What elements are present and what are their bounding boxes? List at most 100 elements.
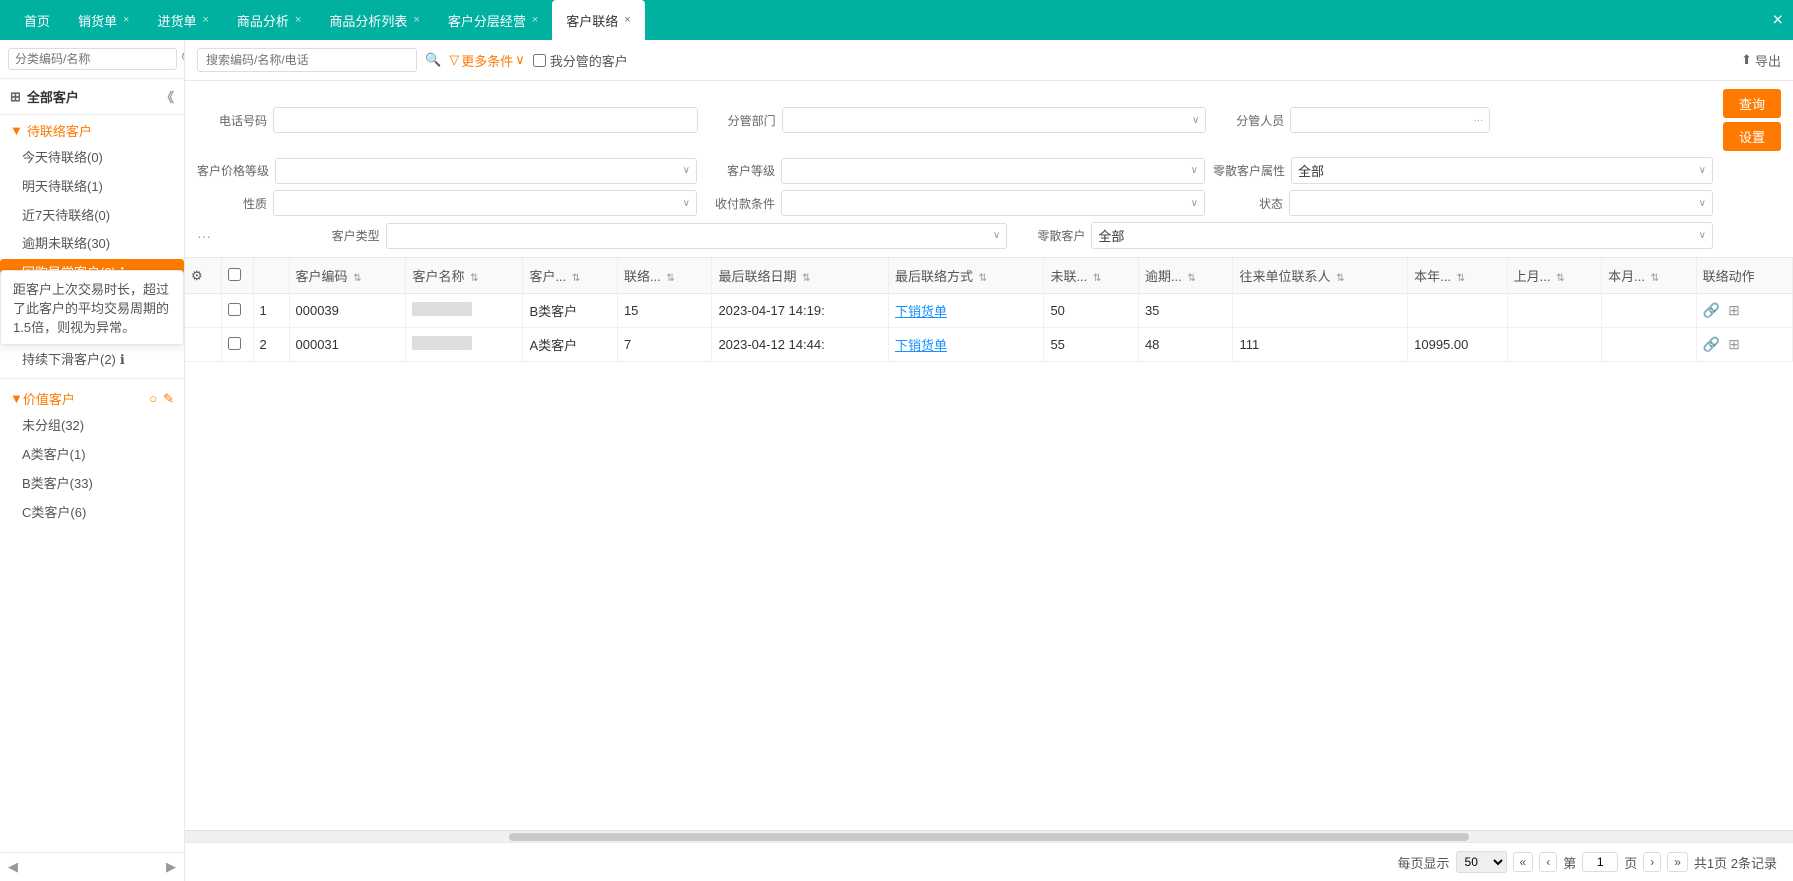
- first-page-button[interactable]: «: [1513, 852, 1534, 872]
- nature-select[interactable]: ∨: [273, 190, 697, 216]
- sidebar-item-7days[interactable]: 近7天待联络(0): [0, 202, 184, 231]
- select-all-checkbox[interactable]: [228, 268, 241, 281]
- row-checkbox[interactable]: [228, 337, 241, 350]
- col-category[interactable]: 客户... ⇅: [523, 258, 618, 294]
- chevron-grade-icon: ∨: [1191, 165, 1198, 176]
- col-last-method[interactable]: 最后联络方式 ⇅: [888, 258, 1043, 294]
- export-button[interactable]: ⬆ 导出: [1741, 51, 1781, 70]
- action-link-icon[interactable]: 🔗: [1703, 336, 1720, 353]
- nav-home[interactable]: 首页: [10, 0, 64, 40]
- nav-product-list[interactable]: 商品分析列表 ×: [315, 0, 433, 40]
- sidebar: 🔍 ⊞ 全部客户 《 ▼ 待联络客户 今天待联络(0) 明天待联络(1) 近7天…: [0, 40, 185, 881]
- main-search-input[interactable]: [197, 48, 417, 72]
- abnormal-tooltip: 距客户上次交易时长，超过了此客户的平均交易周期的1.5倍，则视为异常。: [0, 270, 184, 345]
- more-conditions-button[interactable]: ▽ 更多条件 ∨: [449, 51, 525, 70]
- nav-product-analysis[interactable]: 商品分析 ×: [223, 0, 315, 40]
- top-nav: 首页 销货单 × 进货单 × 商品分析 × 商品分析列表 × 客户分层经营 × …: [0, 0, 1793, 40]
- phone-label: 电话号码: [197, 112, 267, 129]
- col-this-month[interactable]: 本月... ⇅: [1602, 258, 1697, 294]
- payment-select[interactable]: ∨: [781, 190, 1205, 216]
- col-overdue[interactable]: 逾期... ⇅: [1138, 258, 1233, 294]
- row-last-method[interactable]: 下销货单: [888, 294, 1043, 328]
- close-product-analysis-icon[interactable]: ×: [295, 14, 301, 26]
- filter-row-4: ··· 客户类型 ∨ 零散客户 全部 ∨: [197, 222, 1781, 249]
- row-settings: [185, 328, 221, 362]
- close-customer-contact-icon[interactable]: ×: [624, 14, 630, 26]
- sidebar-item-class-c[interactable]: C类客户(6): [0, 499, 184, 528]
- manager-select[interactable]: ···: [1290, 107, 1490, 133]
- status-field: 状态 ∨: [1213, 190, 1713, 216]
- sidebar-item-ungrouped[interactable]: 未分组(32): [0, 412, 184, 441]
- nav-purchase[interactable]: 进货单 ×: [143, 0, 222, 40]
- dept-select[interactable]: ∨: [782, 107, 1207, 133]
- edit-icon[interactable]: ✎: [163, 391, 174, 407]
- col-name[interactable]: 客户名称 ⇅: [406, 258, 523, 294]
- next-page-icon[interactable]: ▶: [166, 859, 176, 875]
- col-this-year[interactable]: 本年... ⇅: [1408, 258, 1508, 294]
- close-sales-icon[interactable]: ×: [123, 14, 129, 26]
- query-button[interactable]: 查询: [1723, 89, 1781, 118]
- page-input[interactable]: [1582, 852, 1618, 872]
- my-customers-checkbox-label[interactable]: 我分管的客户: [533, 51, 628, 70]
- row-last-method[interactable]: 下销货单: [888, 328, 1043, 362]
- more-dots[interactable]: ···: [197, 228, 211, 244]
- col-code[interactable]: 客户编码 ⇅: [289, 258, 406, 294]
- close-product-list-icon[interactable]: ×: [413, 14, 419, 26]
- action-grid-icon[interactable]: ⊞: [1728, 302, 1740, 319]
- per-page-select[interactable]: 20 50 100: [1456, 851, 1507, 873]
- col-unit-contact[interactable]: 往来单位联系人 ⇅: [1233, 258, 1408, 294]
- col-settings[interactable]: ⚙: [185, 258, 221, 294]
- col-contact[interactable]: 联络... ⇅: [617, 258, 712, 294]
- next-page-button[interactable]: ›: [1643, 852, 1661, 872]
- action-grid-icon[interactable]: ⊞: [1728, 336, 1740, 353]
- customer-grade-select[interactable]: ∨: [781, 158, 1205, 184]
- status-select[interactable]: ∨: [1289, 190, 1713, 216]
- col-check[interactable]: [221, 258, 253, 294]
- close-customer-tier-icon[interactable]: ×: [532, 14, 538, 26]
- horizontal-scrollbar[interactable]: [185, 830, 1793, 842]
- retail-attr-select[interactable]: 全部 ∨: [1291, 157, 1713, 184]
- sidebar-item-class-b[interactable]: B类客户(33): [0, 470, 184, 499]
- last-page-button[interactable]: »: [1667, 852, 1688, 872]
- col-uncontacted[interactable]: 未联... ⇅: [1044, 258, 1139, 294]
- pending-contact-group[interactable]: ▼ 待联络客户: [0, 115, 184, 144]
- retail-customer-select[interactable]: 全部 ∨: [1091, 222, 1713, 249]
- row-category: B类客户: [523, 294, 618, 328]
- prev-page-icon[interactable]: ◀: [8, 859, 18, 875]
- chevron-manager-icon: ···: [1473, 115, 1483, 126]
- settings-button[interactable]: 设置: [1723, 122, 1781, 151]
- sidebar-search-input[interactable]: [8, 48, 177, 70]
- scroll-thumb[interactable]: [509, 833, 1469, 841]
- sidebar-search-icon[interactable]: 🔍: [181, 51, 185, 67]
- sidebar-item-overdue[interactable]: 逾期未联络(30): [0, 230, 184, 259]
- sidebar-item-declining[interactable]: 持续下滑客户(2) ℹ: [0, 346, 184, 375]
- retail-customer-label: 零散客户: [1015, 227, 1085, 244]
- chevron-price-icon: ∨: [683, 165, 690, 176]
- sidebar-item-class-a[interactable]: A类客户(1): [0, 441, 184, 470]
- row-check[interactable]: [221, 328, 253, 362]
- my-customers-checkbox[interactable]: [533, 54, 546, 67]
- row-checkbox[interactable]: [228, 303, 241, 316]
- customer-type-select[interactable]: ∨: [386, 223, 1008, 249]
- close-all-button[interactable]: ×: [1772, 10, 1783, 31]
- sidebar-item-today[interactable]: 今天待联络(0): [0, 144, 184, 173]
- nav-sales[interactable]: 销货单 ×: [64, 0, 143, 40]
- value-customer-header[interactable]: ▼ 价值客户 ○ ✎: [0, 383, 184, 412]
- sidebar-item-tomorrow[interactable]: 明天待联络(1): [0, 173, 184, 202]
- phone-input[interactable]: [273, 107, 698, 133]
- action-link-icon[interactable]: 🔗: [1703, 302, 1720, 319]
- col-last-month[interactable]: 上月... ⇅: [1507, 258, 1602, 294]
- dots-field: ···: [197, 228, 302, 244]
- col-last-date[interactable]: 最后联络日期 ⇅: [712, 258, 889, 294]
- close-purchase-icon[interactable]: ×: [202, 14, 208, 26]
- nav-customer-contact[interactable]: 客户联络 ×: [552, 0, 644, 40]
- export-icon: ⬆: [1741, 52, 1752, 68]
- main-search-button[interactable]: 🔍: [425, 52, 441, 68]
- row-check[interactable]: [221, 294, 253, 328]
- collapse-icon[interactable]: 《: [161, 87, 174, 106]
- grid-icon: ⊞: [10, 89, 21, 105]
- circle-icon[interactable]: ○: [149, 391, 157, 407]
- prev-page-button[interactable]: ‹: [1539, 852, 1557, 872]
- price-grade-select[interactable]: ∨: [275, 158, 697, 184]
- nav-customer-tier[interactable]: 客户分层经营 ×: [434, 0, 552, 40]
